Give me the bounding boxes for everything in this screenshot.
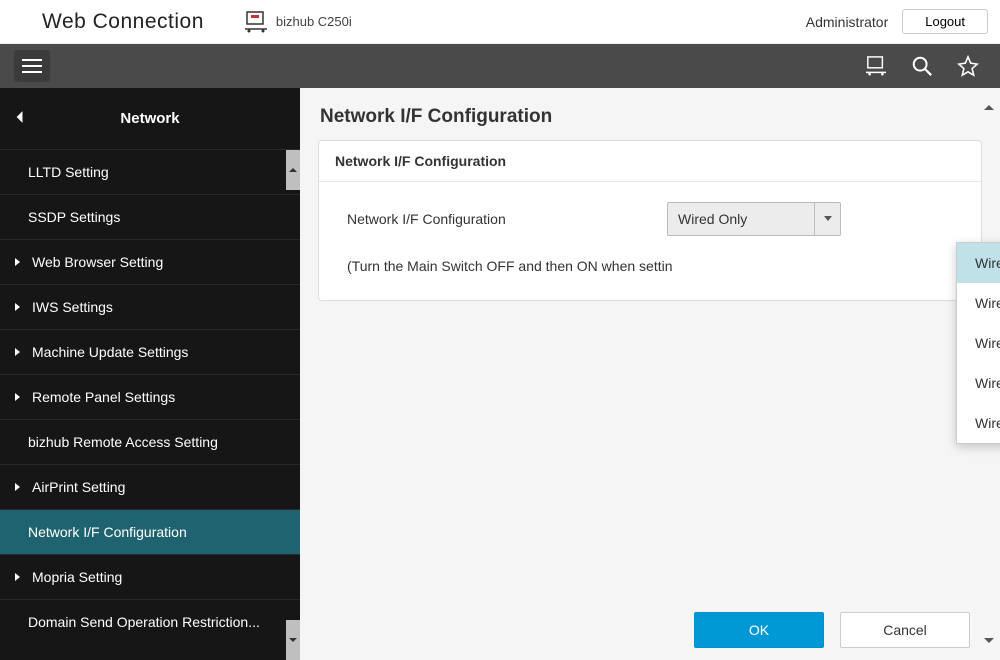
- network-if-dropdown: Wired Only Wireless Only Wired + Wireles…: [956, 242, 1000, 444]
- main-scroll-up[interactable]: [982, 88, 996, 128]
- dropdown-option-wired-wireless-wifidirect[interactable]: Wired + Wireless (Wi-Fi Direct): [957, 403, 1000, 443]
- sidebar-item-label: SSDP Settings: [28, 209, 120, 225]
- hamburger-menu-button[interactable]: [14, 50, 50, 82]
- select-value: Wired Only: [678, 211, 747, 227]
- user-label: Administrator: [806, 14, 888, 30]
- sidebar-item-label: bizhub Remote Access Setting: [28, 434, 218, 450]
- main-content: Network I/F Configuration Network I/F Co…: [300, 88, 1000, 660]
- chevron-right-icon: [14, 257, 24, 267]
- footer-buttons: OK Cancel: [694, 612, 970, 648]
- star-icon[interactable]: [950, 48, 986, 84]
- cancel-button[interactable]: Cancel: [840, 612, 970, 648]
- sidebar-item-label: Network I/F Configuration: [28, 524, 187, 540]
- sidebar-item-label: Mopria Setting: [32, 569, 122, 585]
- sidebar-item-domain-send-restriction[interactable]: Domain Send Operation Restriction...: [0, 600, 300, 644]
- sidebar-item-network-if-config[interactable]: Network I/F Configuration: [0, 510, 300, 555]
- search-icon[interactable]: [904, 48, 940, 84]
- sidebar-item-lltd[interactable]: LLTD Setting: [0, 150, 300, 195]
- chevron-right-icon: [14, 482, 24, 492]
- caret-down-icon: [814, 203, 840, 235]
- sidebar-item-web-browser[interactable]: Web Browser Setting: [0, 240, 300, 285]
- sidebar-item-mopria[interactable]: Mopria Setting: [0, 555, 300, 600]
- sidebar-item-ssdp[interactable]: SSDP Settings: [0, 195, 300, 240]
- sidebar-item-iws[interactable]: IWS Settings: [0, 285, 300, 330]
- main-scroll-down[interactable]: [982, 620, 996, 660]
- dropdown-option-wired-wireless-primary[interactable]: Wired + Wireless (Primary Mode): [957, 363, 1000, 403]
- panel-body: Network I/F Configuration Wired Only (Tu…: [319, 182, 981, 300]
- sidebar-item-airprint[interactable]: AirPrint Setting: [0, 465, 300, 510]
- chevron-right-icon: [14, 572, 24, 582]
- sidebar-item-label: Remote Panel Settings: [32, 389, 175, 405]
- network-if-select[interactable]: Wired Only: [667, 202, 841, 236]
- logout-button[interactable]: Logout: [902, 9, 988, 34]
- device-name: bizhub C250i: [276, 14, 352, 29]
- ok-button[interactable]: OK: [694, 612, 824, 648]
- sidebar-item-label: AirPrint Setting: [32, 479, 125, 495]
- brand-title: Web Connection: [42, 10, 204, 34]
- sidebar-title: Network: [120, 110, 179, 127]
- dropdown-option-wired-only[interactable]: Wired Only: [957, 243, 1000, 283]
- dark-toolbar: [0, 44, 1000, 88]
- device-status-icon[interactable]: [858, 48, 894, 84]
- sidebar: Network LLTD Setting SSDP Settings Web B…: [0, 88, 300, 660]
- dropdown-option-wireless-only[interactable]: Wireless Only: [957, 283, 1000, 323]
- sidebar-scroll-up[interactable]: [286, 150, 300, 190]
- sidebar-list: LLTD Setting SSDP Settings Web Browser S…: [0, 150, 300, 660]
- sidebar-item-remote-panel[interactable]: Remote Panel Settings: [0, 375, 300, 420]
- sidebar-back-button[interactable]: [14, 110, 24, 128]
- sidebar-item-label: Machine Update Settings: [32, 344, 188, 360]
- panel-header: Network I/F Configuration: [319, 141, 981, 182]
- sidebar-item-machine-update[interactable]: Machine Update Settings: [0, 330, 300, 375]
- sidebar-item-label: IWS Settings: [32, 299, 113, 315]
- device-icon: [244, 11, 268, 33]
- chevron-right-icon: [14, 302, 24, 312]
- config-panel: Network I/F Configuration Network I/F Co…: [318, 140, 982, 301]
- sidebar-header: Network: [0, 88, 300, 150]
- chevron-right-icon: [14, 392, 24, 402]
- sidebar-scroll-down[interactable]: [286, 620, 300, 660]
- sidebar-item-label: Domain Send Operation Restriction...: [28, 614, 260, 630]
- sidebar-item-bizhub-remote-access[interactable]: bizhub Remote Access Setting: [0, 420, 300, 465]
- sidebar-item-label: Web Browser Setting: [32, 254, 163, 270]
- sidebar-item-label: LLTD Setting: [28, 164, 109, 180]
- form-row-network-if: Network I/F Configuration Wired Only: [347, 202, 953, 236]
- form-label: Network I/F Configuration: [347, 211, 667, 227]
- page-title: Network I/F Configuration: [300, 88, 1000, 140]
- dropdown-option-wired-wireless-sec[interactable]: Wired + Wireless (Sec. Mode): [957, 323, 1000, 363]
- chevron-right-icon: [14, 347, 24, 357]
- top-header: Web Connection bizhub C250i Administrato…: [0, 0, 1000, 44]
- form-hint: (Turn the Main Switch OFF and then ON wh…: [347, 258, 953, 274]
